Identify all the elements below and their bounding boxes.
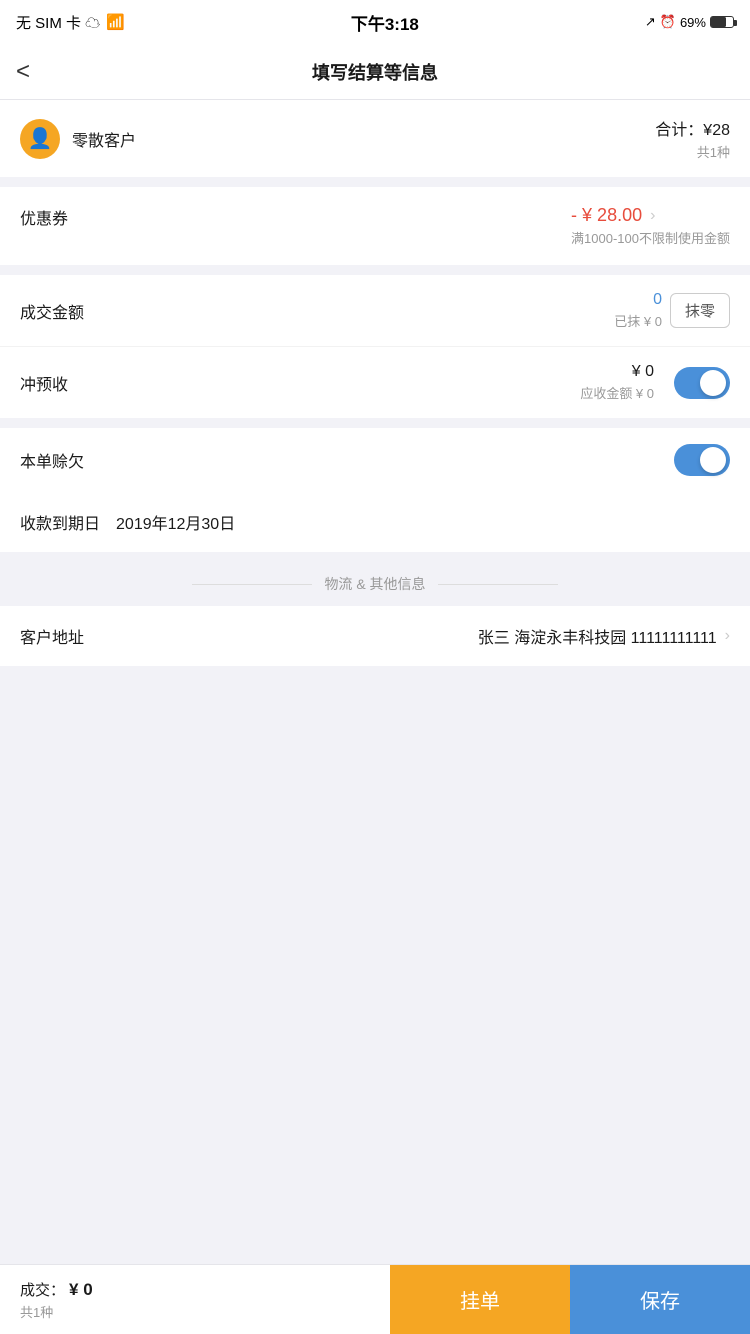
coupon-discount: - ¥ 28.00 <box>571 205 642 226</box>
address-chevron-icon: › <box>725 627 730 645</box>
transaction-amount-right: 0 已抹 ¥ 0 抹零 <box>614 291 730 330</box>
logistics-section-header: 物流 & 其他信息 <box>0 562 750 606</box>
location-icon: ↗ <box>645 14 656 30</box>
prepay-label: 冲预收 <box>20 371 68 395</box>
due-date-row: 收款到期日 2019年12月30日 <box>0 492 750 552</box>
battery-icon <box>710 16 734 28</box>
customer-left: 👤 零散客户 <box>20 119 136 159</box>
save-button[interactable]: 保存 <box>570 1265 750 1334</box>
due-date-label: 收款到期日 <box>20 510 100 534</box>
rounded-label: 已抹 ¥ 0 <box>614 311 662 330</box>
no-sim-label: 无 SIM 卡 ☁ <box>16 12 100 33</box>
credit-section: 本单赊欠 收款到期日 2019年12月30日 <box>0 428 750 552</box>
status-bar: 无 SIM 卡 ☁ 📶 下午3:18 ↗ ⏰ 69% <box>0 0 750 44</box>
avatar-icon: 👤 <box>28 126 53 151</box>
address-right: 张三 海淀永丰科技园 11111111111 › <box>478 624 730 648</box>
round-zero-button[interactable]: 抹零 <box>670 293 730 328</box>
bottom-info: 成交： ¥ 0 共1种 <box>0 1265 390 1334</box>
coupon-right: - ¥ 28.00 › 满1000-100不限制使用金额 <box>571 205 730 247</box>
alarm-icon: ⏰ <box>660 14 676 30</box>
coupon-description: 满1000-100不限制使用金额 <box>571 228 730 247</box>
credit-toggle-knob <box>700 447 726 473</box>
status-left: 无 SIM 卡 ☁ 📶 <box>16 12 125 33</box>
prepay-receivable: 应收金额 ¥ 0 <box>580 383 654 402</box>
battery-percent: 69% <box>680 15 706 30</box>
transaction-amount-value[interactable]: 0 <box>653 291 662 309</box>
divider-right <box>438 584 558 585</box>
prepay-toggle[interactable] <box>674 367 730 399</box>
customer-right: 合计：¥28 共1种 <box>655 116 730 161</box>
page-title: 填写结算等信息 <box>312 59 438 85</box>
hold-order-button[interactable]: 挂单 <box>390 1265 570 1334</box>
bottom-count: 共1种 <box>20 1302 390 1321</box>
address-label: 客户地址 <box>20 624 84 648</box>
status-right: ↗ ⏰ 69% <box>645 14 734 30</box>
customer-count: 共1种 <box>655 142 730 161</box>
credit-right <box>674 444 730 476</box>
credit-label: 本单赊欠 <box>20 448 84 472</box>
customer-total: 合计：¥28 <box>655 116 730 140</box>
prepay-amount: ¥ 0 <box>632 363 654 381</box>
chevron-right-icon: › <box>650 207 655 225</box>
bottom-transaction-value: ¥ 0 <box>69 1280 93 1300</box>
wifi-icon: 📶 <box>106 13 125 31</box>
back-button[interactable]: < <box>16 54 38 90</box>
address-section: 客户地址 张三 海淀永丰科技园 11111111111 › <box>0 606 750 666</box>
divider-left <box>192 584 312 585</box>
transaction-amount-row: 成交金额 0 已抹 ¥ 0 抹零 <box>0 275 750 346</box>
nav-bar: < 填写结算等信息 <box>0 44 750 100</box>
coupon-row[interactable]: 优惠券 - ¥ 28.00 › 满1000-100不限制使用金额 <box>0 187 750 265</box>
coupon-section: 优惠券 - ¥ 28.00 › 满1000-100不限制使用金额 <box>0 187 750 265</box>
credit-row: 本单赊欠 <box>0 428 750 492</box>
customer-row: 👤 零散客户 合计：¥28 共1种 <box>0 100 750 177</box>
due-date-value[interactable]: 2019年12月30日 <box>116 510 235 534</box>
prepay-right: ¥ 0 应收金额 ¥ 0 <box>580 363 730 402</box>
avatar: 👤 <box>20 119 60 159</box>
bottom-spacer <box>0 676 750 756</box>
prepay-row: 冲预收 ¥ 0 应收金额 ¥ 0 <box>0 346 750 418</box>
coupon-label: 优惠券 <box>20 205 68 229</box>
toggle-knob <box>700 370 726 396</box>
address-row[interactable]: 客户地址 张三 海淀永丰科技园 11111111111 › <box>0 606 750 666</box>
bottom-transaction-label: 成交： <box>20 1279 65 1300</box>
status-time: 下午3:18 <box>351 10 419 35</box>
bottom-bar: 成交： ¥ 0 共1种 挂单 保存 <box>0 1264 750 1334</box>
transaction-section: 成交金额 0 已抹 ¥ 0 抹零 冲预收 ¥ 0 应收金额 ¥ 0 <box>0 275 750 418</box>
credit-toggle[interactable] <box>674 444 730 476</box>
transaction-amount-label: 成交金额 <box>20 299 84 323</box>
logistics-label: 物流 & 其他信息 <box>324 574 425 594</box>
address-value: 张三 海淀永丰科技园 11111111111 <box>478 624 717 648</box>
customer-section: 👤 零散客户 合计：¥28 共1种 <box>0 100 750 177</box>
customer-name: 零散客户 <box>72 127 136 151</box>
